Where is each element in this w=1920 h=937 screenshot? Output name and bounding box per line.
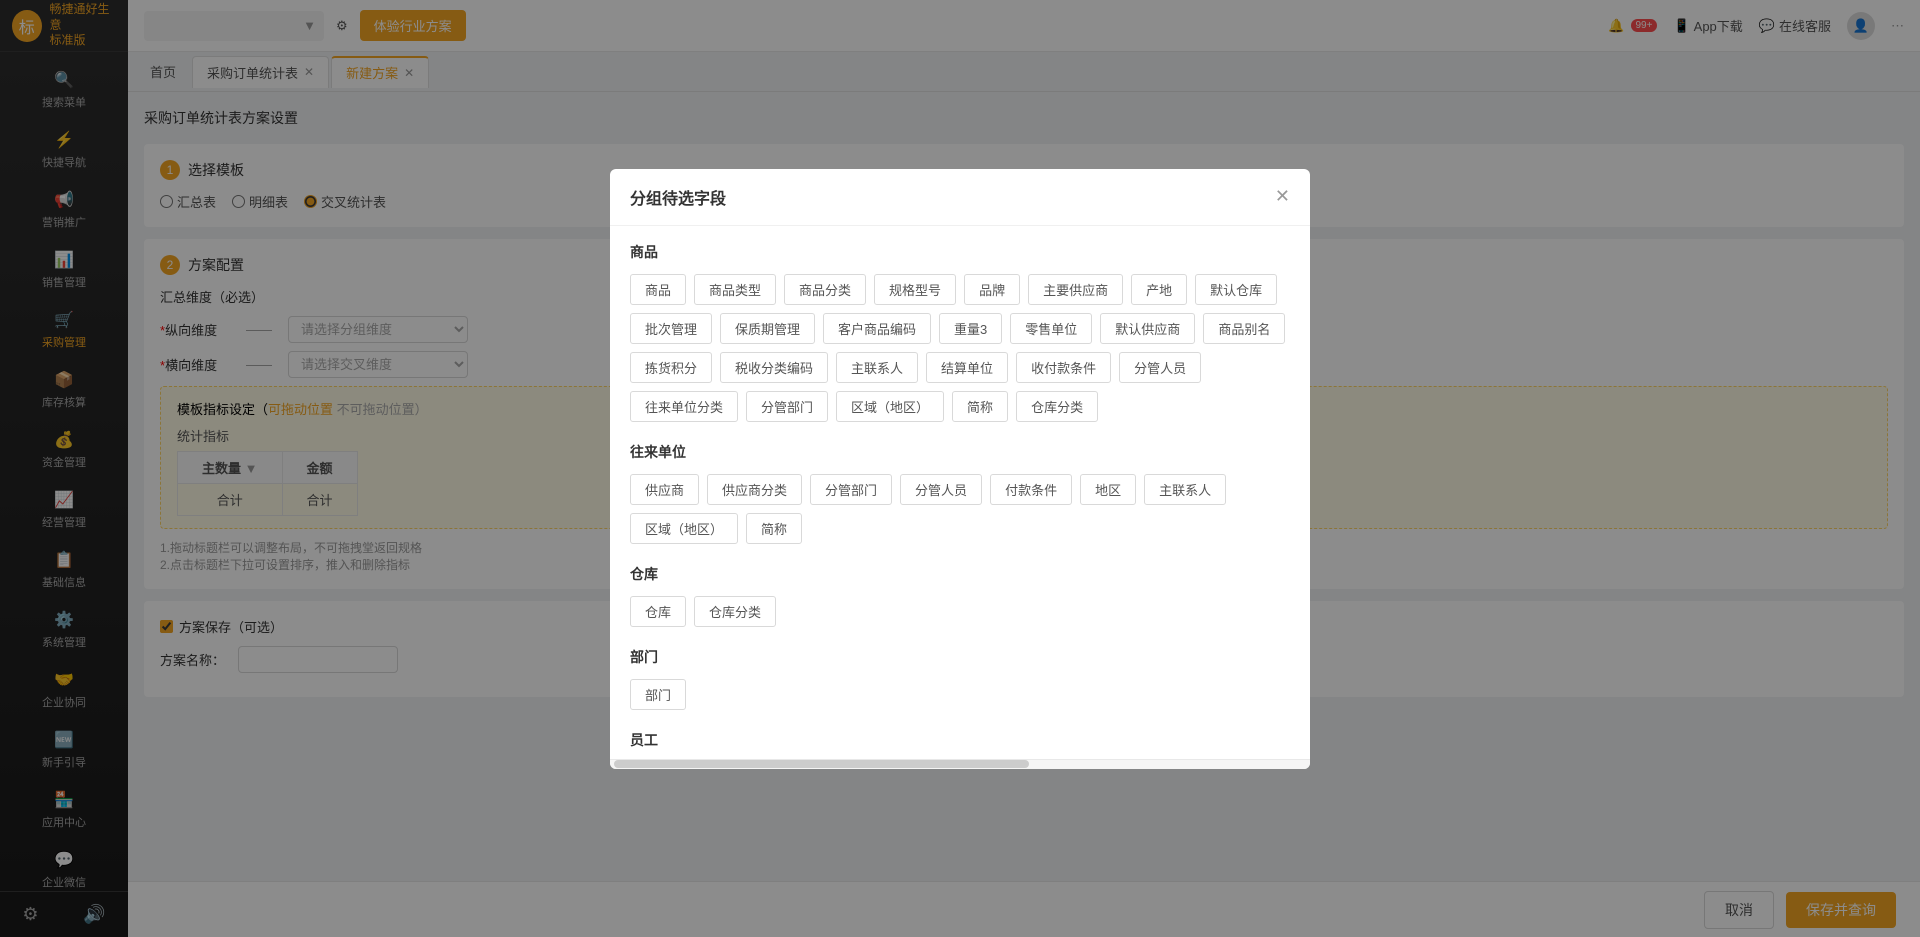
tag-product-12[interactable]: 零售单位 bbox=[1010, 313, 1092, 344]
modal: 分组待选字段 ✕ 商品 商品 商品类型 商品分类 规格型号 品牌 主要供应商 产… bbox=[610, 169, 1310, 769]
section-warehouse: 仓库 仓库 仓库分类 bbox=[630, 564, 1290, 627]
section-department-title: 部门 bbox=[630, 647, 1290, 667]
tag-product-7[interactable]: 默认仓库 bbox=[1195, 274, 1277, 305]
tag-partner-8[interactable]: 简称 bbox=[746, 513, 802, 544]
section-employee-title: 员工 bbox=[630, 730, 1290, 750]
tag-product-22[interactable]: 分管部门 bbox=[746, 391, 828, 422]
tag-product-2[interactable]: 商品分类 bbox=[784, 274, 866, 305]
tag-product-13[interactable]: 默认供应商 bbox=[1100, 313, 1195, 344]
modal-header: 分组待选字段 ✕ bbox=[610, 169, 1310, 226]
tag-product-23[interactable]: 区域（地区） bbox=[836, 391, 944, 422]
section-partner: 往来单位 供应商 供应商分类 分管部门 分管人员 付款条件 地区 主联系人 区域… bbox=[630, 442, 1290, 544]
tag-partner-2[interactable]: 分管部门 bbox=[810, 474, 892, 505]
tag-product-15[interactable]: 拣货积分 bbox=[630, 352, 712, 383]
tag-warehouse-1[interactable]: 仓库分类 bbox=[694, 596, 776, 627]
tag-product-19[interactable]: 收付款条件 bbox=[1016, 352, 1111, 383]
tag-product-8[interactable]: 批次管理 bbox=[630, 313, 712, 344]
section-warehouse-tags: 仓库 仓库分类 bbox=[630, 596, 1290, 627]
modal-title: 分组待选字段 bbox=[630, 185, 726, 209]
section-partner-title: 往来单位 bbox=[630, 442, 1290, 462]
tag-product-17[interactable]: 主联系人 bbox=[836, 352, 918, 383]
tag-partner-1[interactable]: 供应商分类 bbox=[707, 474, 802, 505]
tag-product-24[interactable]: 简称 bbox=[952, 391, 1008, 422]
modal-overlay: 分组待选字段 ✕ 商品 商品 商品类型 商品分类 规格型号 品牌 主要供应商 产… bbox=[0, 0, 1920, 937]
section-partner-tags: 供应商 供应商分类 分管部门 分管人员 付款条件 地区 主联系人 区域（地区） … bbox=[630, 474, 1290, 544]
tag-product-16[interactable]: 税收分类编码 bbox=[720, 352, 828, 383]
tag-partner-4[interactable]: 付款条件 bbox=[990, 474, 1072, 505]
tag-product-11[interactable]: 重量3 bbox=[939, 313, 1002, 344]
tag-product-0[interactable]: 商品 bbox=[630, 274, 686, 305]
modal-body: 商品 商品 商品类型 商品分类 规格型号 品牌 主要供应商 产地 默认仓库 批次… bbox=[610, 226, 1310, 760]
tag-product-4[interactable]: 品牌 bbox=[964, 274, 1020, 305]
section-product: 商品 商品 商品类型 商品分类 规格型号 品牌 主要供应商 产地 默认仓库 批次… bbox=[630, 242, 1290, 422]
tag-product-25[interactable]: 仓库分类 bbox=[1016, 391, 1098, 422]
section-department: 部门 部门 bbox=[630, 647, 1290, 710]
tag-product-9[interactable]: 保质期管理 bbox=[720, 313, 815, 344]
modal-close-button[interactable]: ✕ bbox=[1275, 186, 1290, 207]
tag-partner-0[interactable]: 供应商 bbox=[630, 474, 699, 505]
tag-product-14[interactable]: 商品别名 bbox=[1203, 313, 1285, 344]
tag-product-1[interactable]: 商品类型 bbox=[694, 274, 776, 305]
section-employee: 员工 业务员 bbox=[630, 730, 1290, 760]
tag-department-0[interactable]: 部门 bbox=[630, 679, 686, 710]
tag-product-21[interactable]: 往来单位分类 bbox=[630, 391, 738, 422]
tag-product-20[interactable]: 分管人员 bbox=[1119, 352, 1201, 383]
tag-partner-5[interactable]: 地区 bbox=[1080, 474, 1136, 505]
tag-warehouse-0[interactable]: 仓库 bbox=[630, 596, 686, 627]
tag-product-18[interactable]: 结算单位 bbox=[926, 352, 1008, 383]
modal-scrollbar[interactable] bbox=[610, 759, 1310, 768]
section-product-title: 商品 bbox=[630, 242, 1290, 262]
tag-product-10[interactable]: 客户商品编码 bbox=[823, 313, 931, 344]
section-product-tags: 商品 商品类型 商品分类 规格型号 品牌 主要供应商 产地 默认仓库 批次管理 … bbox=[630, 274, 1290, 422]
modal-scrollbar-thumb bbox=[614, 760, 1029, 768]
tag-product-6[interactable]: 产地 bbox=[1131, 274, 1187, 305]
tag-partner-3[interactable]: 分管人员 bbox=[900, 474, 982, 505]
tag-product-3[interactable]: 规格型号 bbox=[874, 274, 956, 305]
tag-partner-7[interactable]: 区域（地区） bbox=[630, 513, 738, 544]
tag-partner-6[interactable]: 主联系人 bbox=[1144, 474, 1226, 505]
section-warehouse-title: 仓库 bbox=[630, 564, 1290, 584]
tag-product-5[interactable]: 主要供应商 bbox=[1028, 274, 1123, 305]
section-department-tags: 部门 bbox=[630, 679, 1290, 710]
